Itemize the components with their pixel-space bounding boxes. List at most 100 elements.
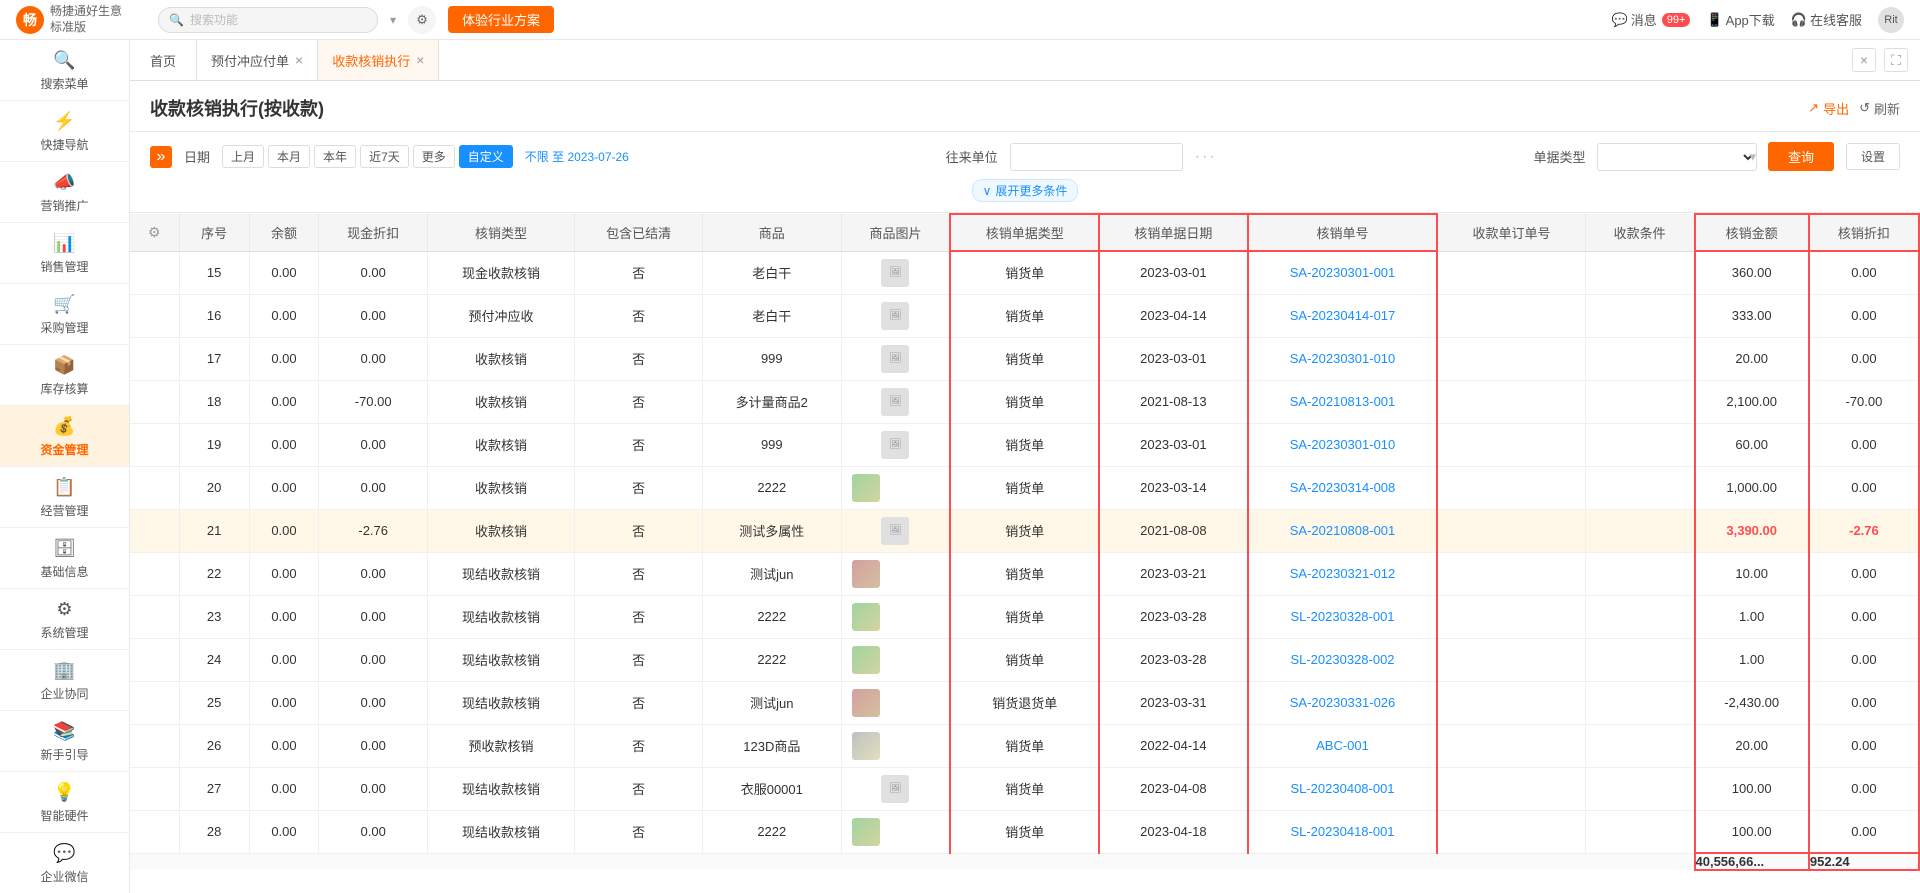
cell-settings	[130, 466, 179, 509]
sidebar-item-system[interactable]: ⚙ 系统管理	[0, 589, 129, 650]
cell-include-cleared: 否	[575, 552, 703, 595]
cancel-bill-no-link[interactable]: SA-20230301-010	[1290, 351, 1396, 366]
cell-index: 18	[179, 380, 249, 423]
bill-type-select[interactable]	[1597, 143, 1757, 171]
notification-badge: 99+	[1662, 13, 1691, 27]
tab-collection[interactable]: 收款核销执行 ×	[318, 40, 439, 80]
cell-cancel-type: 现结收款核销	[427, 638, 574, 681]
expand-more-btn[interactable]: ∨ 展开更多条件	[972, 179, 1079, 202]
cancel-bill-no-link[interactable]: SA-20230321-012	[1290, 566, 1396, 581]
sidebar-item-search[interactable]: 🔍 搜索菜单	[0, 40, 129, 101]
cell-cancel-bill-no[interactable]: SL-20230328-001	[1248, 595, 1438, 638]
cancel-bill-no-link[interactable]: SA-20230314-008	[1290, 480, 1396, 495]
cell-settings	[130, 724, 179, 767]
cell-index: 15	[179, 251, 249, 294]
sidebar-item-base[interactable]: 🗄 基础信息	[0, 528, 129, 589]
notification-btn[interactable]: 💬 消息 99+	[1612, 10, 1691, 29]
cell-product-img	[841, 810, 950, 853]
cell-cancel-bill-no[interactable]: ABC-001	[1248, 724, 1438, 767]
sidebar-item-quick-nav[interactable]: ⚡ 快捷导航	[0, 101, 129, 162]
table-row: 28 0.00 0.00 现结收款核销 否 2222 销货单 2023-04-1…	[130, 810, 1919, 853]
col-settings-header[interactable]: ⚙	[130, 214, 179, 251]
tab-close-btn[interactable]: ×	[1852, 48, 1876, 72]
date-btn-custom[interactable]: 自定义	[459, 145, 513, 168]
cell-cancel-bill-no[interactable]: SA-20230331-026	[1248, 681, 1438, 724]
sidebar-item-operation[interactable]: 📋 经营管理	[0, 467, 129, 528]
cell-product: 测试多属性	[703, 509, 842, 552]
cell-balance: 0.00	[249, 423, 319, 466]
query-btn[interactable]: 查询	[1768, 142, 1834, 171]
refresh-btn[interactable]: ↺ 刷新	[1859, 99, 1900, 118]
cell-index: 22	[179, 552, 249, 595]
tab-fullscreen-btn[interactable]: ⛶	[1884, 48, 1908, 72]
cancel-bill-no-link[interactable]: ABC-001	[1316, 738, 1369, 753]
cancel-bill-no-link[interactable]: SA-20230301-001	[1290, 265, 1396, 280]
cell-cancel-bill-no[interactable]: SA-20230321-012	[1248, 552, 1438, 595]
cancel-bill-no-link[interactable]: SA-20210813-001	[1290, 394, 1396, 409]
cell-settings	[130, 509, 179, 552]
sidebar-label-operation: 经营管理	[40, 502, 88, 519]
cell-product: 2222	[703, 595, 842, 638]
main-content: 首页 预付冲应付单 × 收款核销执行 × × ⛶ 收款核销执行(按收款) ↗	[130, 40, 1920, 893]
cell-cancel-bill-no[interactable]: SA-20210813-001	[1248, 380, 1438, 423]
date-btn-more[interactable]: 更多	[413, 145, 455, 168]
cancel-bill-no-link[interactable]: SA-20230331-026	[1290, 695, 1396, 710]
cell-cancel-bill-no[interactable]: SA-20210808-001	[1248, 509, 1438, 552]
cell-index: 17	[179, 337, 249, 380]
col-cancel-type-header: 核销类型	[427, 214, 574, 251]
cancel-bill-no-link[interactable]: SA-20210808-001	[1290, 523, 1396, 538]
settings-gear-icon[interactable]: ⚙	[408, 6, 436, 34]
cancel-bill-no-link[interactable]: SL-20230328-002	[1290, 652, 1394, 667]
avatar[interactable]: Rit	[1878, 7, 1904, 33]
cancel-bill-no-link[interactable]: SA-20230414-017	[1290, 308, 1396, 323]
cell-balance: 0.00	[249, 810, 319, 853]
col-cancel-discount-header: 核销折扣	[1809, 214, 1919, 251]
trial-btn[interactable]: 体验行业方案	[448, 6, 554, 33]
export-btn[interactable]: ↗ 导出	[1808, 99, 1849, 118]
cell-cancel-bill-no[interactable]: SA-20230301-010	[1248, 337, 1438, 380]
cell-product-img	[841, 552, 950, 595]
sidebar-item-wechat[interactable]: 💬 企业微信	[0, 833, 129, 893]
filter-expand-arrow[interactable]: »	[150, 146, 172, 168]
sidebar-item-purchase[interactable]: 🛒 采购管理	[0, 284, 129, 345]
sidebar-item-smart[interactable]: 💡 智能硬件	[0, 772, 129, 833]
cell-cancel-bill-no[interactable]: SL-20230418-001	[1248, 810, 1438, 853]
cell-cancel-bill-no[interactable]: SL-20230408-001	[1248, 767, 1438, 810]
sidebar-item-inventory[interactable]: 📦 库存核算	[0, 345, 129, 406]
cell-cancel-bill-no[interactable]: SA-20230301-010	[1248, 423, 1438, 466]
cell-cancel-bill-no[interactable]: SA-20230314-008	[1248, 466, 1438, 509]
system-icon: ⚙	[56, 599, 72, 620]
from-unit-input[interactable]	[1010, 143, 1183, 171]
cell-cancel-bill-no[interactable]: SL-20230328-002	[1248, 638, 1438, 681]
filter-settings-btn[interactable]: 设置	[1846, 143, 1900, 170]
table-settings-icon[interactable]: ⚙	[148, 224, 161, 240]
online-service-btn[interactable]: 🎧 在线客服	[1791, 10, 1862, 29]
sidebar-item-sales[interactable]: 📊 销售管理	[0, 223, 129, 284]
tab-home[interactable]: 首页	[130, 40, 197, 80]
cell-balance: 0.00	[249, 767, 319, 810]
sidebar-item-corp[interactable]: 🏢 企业协同	[0, 650, 129, 711]
tab-prepay[interactable]: 预付冲应付单 ×	[197, 40, 318, 80]
sidebar-item-newbie[interactable]: 📚 新手引导	[0, 711, 129, 772]
cell-cancel-amount: 10.00	[1695, 552, 1809, 595]
search-chevron-icon[interactable]: ▾	[390, 13, 396, 27]
cell-cancel-type: 收款核销	[427, 466, 574, 509]
date-btn-this-year[interactable]: 本年	[314, 145, 356, 168]
cancel-bill-no-link[interactable]: SA-20230301-010	[1290, 437, 1396, 452]
cancel-bill-no-link[interactable]: SL-20230418-001	[1290, 824, 1394, 839]
cell-cancel-bill-no[interactable]: SA-20230301-001	[1248, 251, 1438, 294]
sidebar-item-marketing[interactable]: 📣 营销推广	[0, 162, 129, 223]
marketing-icon: 📣	[53, 172, 75, 193]
search-box[interactable]: 🔍 搜索功能	[158, 7, 378, 33]
cell-balance: 0.00	[249, 251, 319, 294]
tab-collection-close-icon[interactable]: ×	[416, 53, 424, 67]
tab-prepay-close-icon[interactable]: ×	[295, 53, 303, 67]
cancel-bill-no-link[interactable]: SL-20230408-001	[1290, 781, 1394, 796]
date-btn-this-month[interactable]: 本月	[268, 145, 310, 168]
date-btn-7days[interactable]: 近7天	[360, 145, 409, 168]
cell-cancel-bill-no[interactable]: SA-20230414-017	[1248, 294, 1438, 337]
sidebar-item-finance[interactable]: 💰 资金管理	[0, 406, 129, 467]
cancel-bill-no-link[interactable]: SL-20230328-001	[1290, 609, 1394, 624]
app-download-btn[interactable]: 📱 App下载	[1706, 10, 1774, 29]
date-btn-last-month[interactable]: 上月	[222, 145, 264, 168]
